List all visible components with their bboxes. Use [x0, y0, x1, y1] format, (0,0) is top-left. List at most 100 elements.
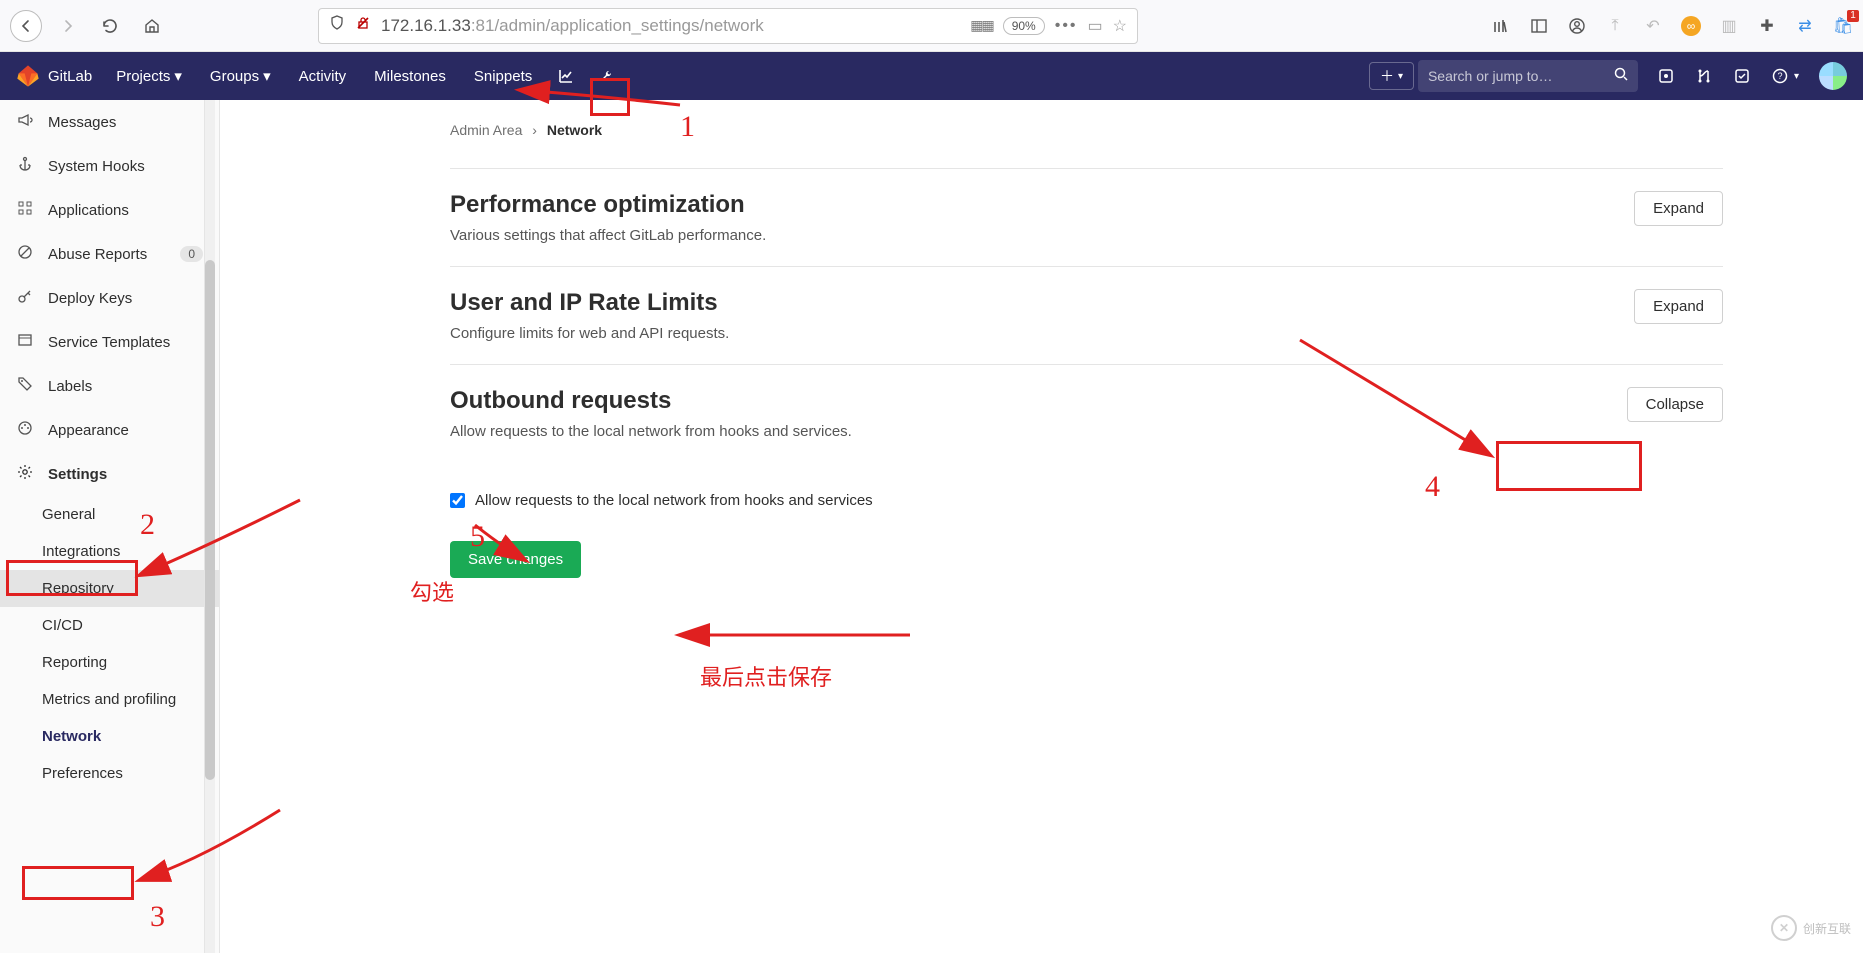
allow-local-network-checkbox[interactable] — [450, 493, 465, 508]
chevron-down-icon: ▾ — [1398, 71, 1403, 82]
nav-snippets[interactable]: Snippets — [462, 52, 544, 100]
sidebar-item-messages[interactable]: Messages — [0, 100, 219, 144]
nav-admin-wrench-icon[interactable] — [588, 52, 624, 100]
browser-forward-button[interactable] — [52, 10, 84, 42]
sidebar-item-label: Labels — [48, 378, 92, 395]
sidebar-item-label: Appearance — [48, 422, 129, 439]
browser-back-button[interactable] — [10, 10, 42, 42]
section-desc: Various settings that affect GitLab perf… — [450, 227, 1614, 244]
browser-toolbar: 172.16.1.33:81/admin/application_setting… — [0, 0, 1863, 52]
sidebar-sub-repository[interactable]: Repository — [0, 570, 219, 607]
main-content: Admin Area › Network Performance optimiz… — [220, 100, 1863, 953]
sidebar-item-abuse-reports[interactable]: Abuse Reports0 — [0, 232, 219, 276]
section-desc: Configure limits for web and API request… — [450, 325, 1614, 342]
zoom-indicator[interactable]: 90% — [1003, 17, 1045, 35]
ext-cart-icon[interactable]: 🛍1 — [1833, 16, 1853, 36]
nav-todo-icon[interactable] — [1724, 68, 1760, 84]
chevron-down-icon: ▾ — [174, 67, 182, 85]
section-title: Performance optimization — [450, 191, 1614, 219]
watermark: ✕ 创新互联 — [1771, 915, 1851, 941]
qr-icon[interactable]: ▦▦ — [970, 17, 992, 34]
browser-url-bar[interactable]: 172.16.1.33:81/admin/application_setting… — [318, 8, 1138, 44]
account-icon[interactable] — [1567, 16, 1587, 36]
sidebar-sub-reporting[interactable]: Reporting — [0, 644, 219, 681]
nav-mr-icon[interactable] — [1686, 68, 1722, 84]
nav-plus-button[interactable]: ＋▾ — [1369, 62, 1414, 90]
section-rate-limits: User and IP Rate Limits Configure limits… — [450, 266, 1723, 364]
download-icon[interactable]: ▭ — [1088, 16, 1103, 36]
sidebar-item-deploy-keys[interactable]: Deploy Keys — [0, 276, 219, 320]
chevron-down-icon: ▾ — [1794, 71, 1799, 82]
gear-icon — [16, 464, 34, 484]
anchor-icon — [16, 156, 34, 176]
sidebar-sub-cicd[interactable]: CI/CD — [0, 607, 219, 644]
key-icon — [16, 288, 34, 308]
sidebar-item-appearance[interactable]: Appearance — [0, 408, 219, 452]
chevron-down-icon: ▾ — [263, 67, 271, 85]
breadcrumb-root[interactable]: Admin Area — [450, 122, 522, 138]
expand-button-rate[interactable]: Expand — [1634, 289, 1723, 324]
breadcrumb-current: Network — [547, 122, 602, 138]
sidebar-scrollbar-thumb[interactable] — [205, 260, 215, 780]
ban-icon — [16, 244, 34, 264]
breadcrumb: Admin Area › Network — [450, 122, 1723, 138]
sidebar-sub-preferences[interactable]: Preferences — [0, 755, 219, 792]
collapse-button-outbound[interactable]: Collapse — [1627, 387, 1723, 422]
ext-icon-1[interactable]: ⤒ — [1605, 16, 1625, 36]
gitlab-logo[interactable]: GitLab — [16, 64, 92, 88]
sidebar-sub-network[interactable]: Network — [0, 718, 219, 755]
meatball-icon[interactable]: ••• — [1055, 17, 1078, 35]
allow-local-network-row[interactable]: Allow requests to the local network from… — [450, 492, 1723, 509]
palette-icon — [16, 420, 34, 440]
browser-home-button[interactable] — [136, 10, 168, 42]
sidebar-item-label: Settings — [48, 466, 107, 483]
megaphone-icon — [16, 112, 34, 132]
nav-activity[interactable]: Activity — [287, 52, 359, 100]
ext-icon-2[interactable]: ↶ — [1643, 16, 1663, 36]
sidebar-item-labels[interactable]: Labels — [0, 364, 219, 408]
section-title: Outbound requests — [450, 387, 1607, 415]
search-icon — [1614, 67, 1628, 85]
sidebar-item-applications[interactable]: Applications — [0, 188, 219, 232]
ext-sync-icon[interactable]: ⇄ — [1795, 16, 1815, 36]
search-input[interactable] — [1428, 68, 1606, 84]
section-title: User and IP Rate Limits — [450, 289, 1614, 317]
library-icon[interactable] — [1491, 16, 1511, 36]
sidebar-item-system-hooks[interactable]: System Hooks — [0, 144, 219, 188]
template-icon — [16, 332, 34, 352]
sidebar-sub-metrics[interactable]: Metrics and profiling — [0, 681, 219, 718]
sidebar-scrollbar[interactable] — [199, 100, 219, 953]
nav-projects[interactable]: Projects▾ — [104, 52, 194, 100]
ext-icon-3[interactable]: ▥ — [1719, 16, 1739, 36]
expand-button-performance[interactable]: Expand — [1634, 191, 1723, 226]
sidebar-item-label: Service Templates — [48, 334, 170, 351]
save-changes-button[interactable]: Save changes — [450, 541, 581, 578]
nav-groups[interactable]: Groups▾ — [198, 52, 283, 100]
bookmark-star-icon[interactable]: ☆ — [1113, 16, 1127, 36]
section-desc: Allow requests to the local network from… — [450, 423, 1607, 440]
user-avatar[interactable] — [1819, 62, 1847, 90]
ext-puzzle-icon[interactable]: ✚ — [1757, 16, 1777, 36]
tags-icon — [16, 376, 34, 396]
nav-milestones[interactable]: Milestones — [362, 52, 458, 100]
checkbox-label: Allow requests to the local network from… — [475, 492, 873, 509]
sidebar-toggle-icon[interactable] — [1529, 16, 1549, 36]
shield-icon — [329, 15, 345, 36]
sidebar-sub-integrations[interactable]: Integrations — [0, 533, 219, 570]
admin-sidebar: Messages System Hooks Applications Abuse… — [0, 100, 220, 953]
nav-issues-icon[interactable] — [1648, 68, 1684, 84]
gitlab-brand: GitLab — [48, 68, 92, 85]
browser-reload-button[interactable] — [94, 10, 126, 42]
sidebar-item-service-templates[interactable]: Service Templates — [0, 320, 219, 364]
insecure-lock-icon — [355, 15, 371, 36]
section-outbound: Outbound requests Allow requests to the … — [450, 364, 1723, 600]
sidebar-item-label: Applications — [48, 202, 129, 219]
nav-chart-icon[interactable] — [548, 52, 584, 100]
grid-icon — [16, 200, 34, 220]
sidebar-sub-general[interactable]: General — [0, 496, 219, 533]
sidebar-item-settings[interactable]: Settings — [0, 452, 219, 496]
nav-help-icon[interactable]: ?▾ — [1762, 68, 1809, 84]
watermark-text: 创新互联 — [1803, 920, 1851, 937]
ext-icon-infinity[interactable]: ∞ — [1681, 16, 1701, 36]
nav-search[interactable] — [1418, 60, 1638, 92]
